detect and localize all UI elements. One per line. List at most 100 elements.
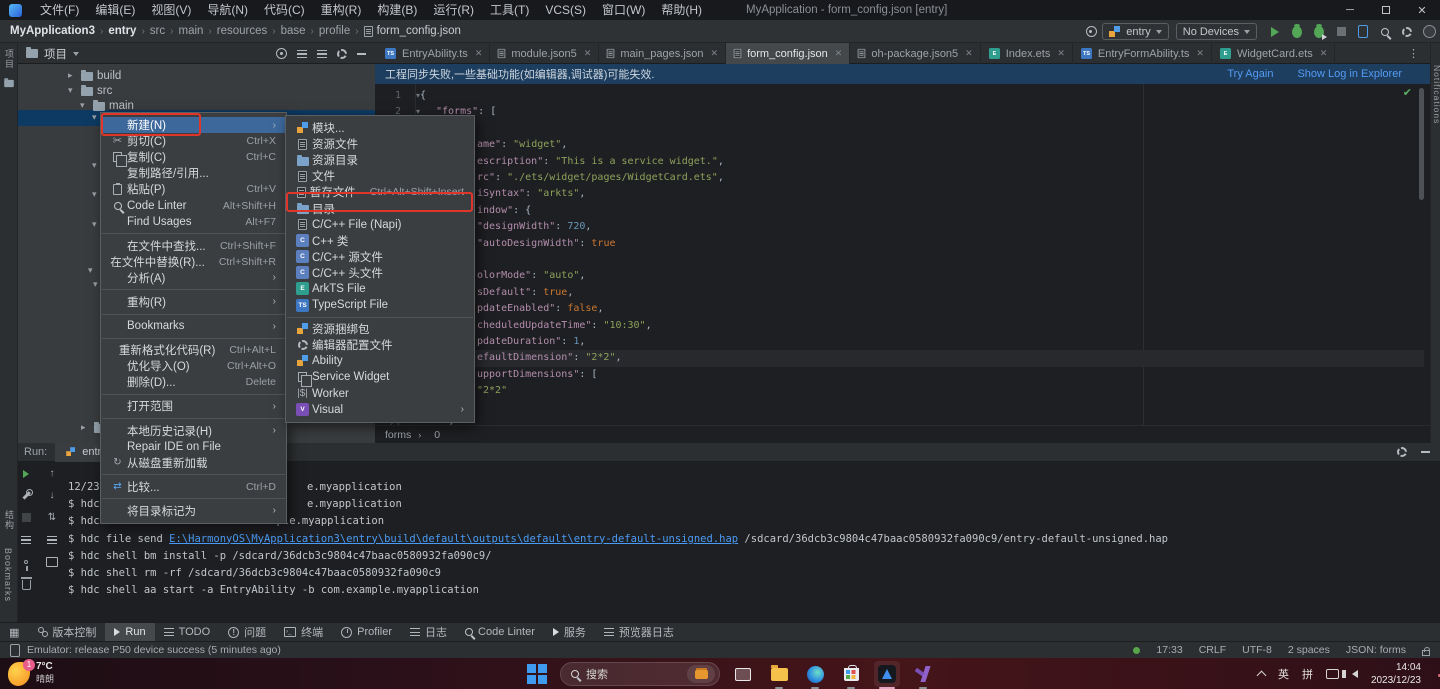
breadcrumb-item[interactable]: resources: [217, 25, 268, 37]
scroll-down-icon[interactable]: ↓: [50, 489, 55, 502]
ime-en-indicator[interactable]: 英: [1278, 666, 1289, 682]
structure-stripe-button[interactable]: 结构: [3, 510, 16, 530]
toolwindow-日志[interactable]: 日志: [401, 623, 456, 642]
maximize-button[interactable]: [1368, 0, 1404, 20]
new-submenu-item-C/C++ 源文件[interactable]: C C/C++ 源文件: [286, 249, 474, 265]
toolwindow-服务[interactable]: 服务: [544, 623, 595, 642]
menu-VCS(S)[interactable]: VCS(S): [537, 3, 594, 17]
new-submenu-item-编辑器配置文件[interactable]: 编辑器配置文件: [286, 337, 474, 353]
menu-导航(N)[interactable]: 导航(N): [199, 3, 256, 17]
project-panel-title[interactable]: 项目: [44, 46, 67, 62]
settings-button[interactable]: [1396, 20, 1418, 43]
context-menu-item-Code Linter[interactable]: Code Linter Alt+Shift+H: [101, 197, 286, 213]
new-submenu-item-文件[interactable]: 文件: [286, 168, 474, 184]
new-submenu-item-TypeScript File[interactable]: TS TypeScript File: [286, 297, 474, 313]
menu-构建(B)[interactable]: 构建(B): [369, 3, 425, 17]
menu-编辑(E)[interactable]: 编辑(E): [87, 3, 143, 17]
toolwindow-Profiler[interactable]: Profiler: [332, 623, 401, 642]
run-button[interactable]: [1264, 20, 1286, 43]
collapse-all-icon[interactable]: [297, 49, 307, 58]
attach-debugger-button[interactable]: [1308, 20, 1330, 43]
chevron-down-icon[interactable]: [73, 51, 79, 56]
options-icon[interactable]: [21, 533, 31, 546]
tab-close-icon[interactable]: ✕: [1320, 48, 1328, 59]
breadcrumb-item[interactable]: base: [281, 25, 306, 37]
editor-tab-module.json5[interactable]: module.json5 ✕: [490, 43, 600, 64]
start-button[interactable]: [524, 661, 550, 687]
microsoft-store-button[interactable]: [838, 661, 864, 689]
menu-重构(R)[interactable]: 重构(R): [313, 3, 370, 17]
edit-config-icon[interactable]: [21, 489, 33, 502]
context-menu-item-Bookmarks[interactable]: Bookmarks ›: [101, 318, 286, 334]
task-view-button[interactable]: [730, 661, 756, 687]
rerun-icon[interactable]: [23, 467, 29, 480]
expand-all-icon[interactable]: [317, 49, 327, 58]
new-submenu-item-ArkTS File[interactable]: E ArkTS File: [286, 281, 474, 297]
status-widget-17:33[interactable]: 17:33: [1156, 644, 1182, 656]
context-menu-item-在文件中查找...[interactable]: 在文件中查找... Ctrl+Shift+F: [101, 238, 286, 254]
menu-帮助(H)[interactable]: 帮助(H): [653, 3, 710, 17]
visual-studio-button[interactable]: [910, 661, 936, 689]
breadcrumb-index[interactable]: 0: [434, 429, 440, 441]
tree-chevron-icon[interactable]: ▾: [68, 85, 77, 96]
editor-tab-WidgetCard.ets[interactable]: E WidgetCard.ets ✕: [1212, 43, 1336, 64]
network-icon[interactable]: [1325, 668, 1339, 679]
lock-icon[interactable]: [1422, 646, 1430, 656]
stop-icon[interactable]: [21, 511, 31, 524]
menu-文件(F)[interactable]: 文件(F): [32, 3, 87, 17]
toolwindow-Run[interactable]: Run: [105, 622, 155, 642]
print-icon[interactable]: [46, 555, 58, 568]
context-menu-item-分析(A)[interactable]: 分析(A) ›: [101, 270, 286, 286]
context-menu-item-粘贴(P)[interactable]: 粘贴(P) Ctrl+V: [101, 181, 286, 197]
new-submenu-item-C/C++ 头文件[interactable]: C C/C++ 头文件: [286, 265, 474, 281]
clear-icon[interactable]: [20, 577, 32, 590]
pin-icon[interactable]: [24, 555, 28, 571]
context-menu-item-将目录标记为[interactable]: 将目录标记为 ›: [101, 503, 286, 519]
soft-wrap-icon[interactable]: ⇅: [48, 511, 56, 524]
new-submenu-item-Ability[interactable]: Ability: [286, 353, 474, 369]
new-submenu-item-C++ 类[interactable]: C C++ 类: [286, 233, 474, 249]
tab-close-icon[interactable]: ✕: [1057, 48, 1065, 59]
show-log-link[interactable]: Show Log in Explorer: [1297, 68, 1402, 80]
new-submenu-item-资源捆绑包[interactable]: 资源捆绑包: [286, 321, 474, 337]
breadcrumb-item[interactable]: entry: [108, 25, 136, 37]
tree-row-src[interactable]: ▾ src: [68, 83, 112, 98]
context-menu-item-重新格式化代码(R)[interactable]: 重新格式化代码(R) Ctrl+Alt+L: [101, 342, 286, 358]
tab-close-icon[interactable]: ✕: [1196, 48, 1204, 59]
menu-视图(V)[interactable]: 视图(V): [143, 3, 199, 17]
stop-button[interactable]: [1330, 20, 1352, 43]
scroll-up-icon[interactable]: ↑: [50, 467, 55, 480]
run-settings-icon[interactable]: [1397, 447, 1407, 457]
briefcase-icon[interactable]: [687, 665, 715, 683]
context-menu-item-复制路径/引用...[interactable]: 复制路径/引用...: [101, 165, 286, 181]
profile-avatar[interactable]: [1418, 20, 1440, 43]
toolwindow-TODO[interactable]: TODO: [155, 623, 220, 642]
system-clock[interactable]: 14:04 2023/12/23: [1371, 661, 1421, 687]
debug-button[interactable]: [1286, 20, 1308, 43]
edge-browser-button[interactable]: [802, 661, 828, 689]
new-submenu-item-模块...[interactable]: 模块...: [286, 120, 474, 136]
context-menu-item-从磁盘重新加载[interactable]: ↻ 从磁盘重新加载: [101, 455, 286, 471]
notifications-stripe-button[interactable]: Notifications: [1432, 65, 1440, 124]
tree-chevron-icon[interactable]: ▾: [88, 265, 97, 276]
new-submenu-item-资源文件[interactable]: 资源文件: [286, 136, 474, 152]
volume-icon[interactable]: [1341, 669, 1358, 678]
locate-file-icon[interactable]: [276, 48, 287, 59]
panel-settings-icon[interactable]: [337, 48, 347, 59]
attach-target-icon[interactable]: [1080, 20, 1102, 43]
toolwindow-Code Linter[interactable]: Code Linter: [456, 623, 544, 642]
context-menu-item-在文件中替换(R)...[interactable]: 在文件中替换(R)... Ctrl+Shift+R: [101, 254, 286, 270]
window-layout-icon[interactable]: ▦: [0, 623, 28, 642]
editor-tab-Index.ets[interactable]: E Index.ets ✕: [981, 43, 1073, 64]
tree-row-build[interactable]: ▸ build: [68, 68, 121, 83]
editor-tab-EntryAbility.ts[interactable]: TS EntryAbility.ts ✕: [377, 43, 491, 64]
menu-窗口(W)[interactable]: 窗口(W): [594, 3, 653, 17]
new-submenu-item-资源目录[interactable]: 资源目录: [286, 152, 474, 168]
breadcrumb-item-file[interactable]: form_config.json: [363, 25, 461, 37]
device-manager-button[interactable]: [1352, 20, 1374, 43]
more-tabs-icon[interactable]: ⋮: [1408, 47, 1419, 60]
breadcrumb-item[interactable]: MyApplication3: [10, 25, 95, 37]
breadcrumb-item[interactable]: main: [178, 25, 203, 37]
context-menu-item-重构(R)[interactable]: 重构(R) ›: [101, 294, 286, 310]
device-select[interactable]: No Devices: [1175, 23, 1257, 40]
